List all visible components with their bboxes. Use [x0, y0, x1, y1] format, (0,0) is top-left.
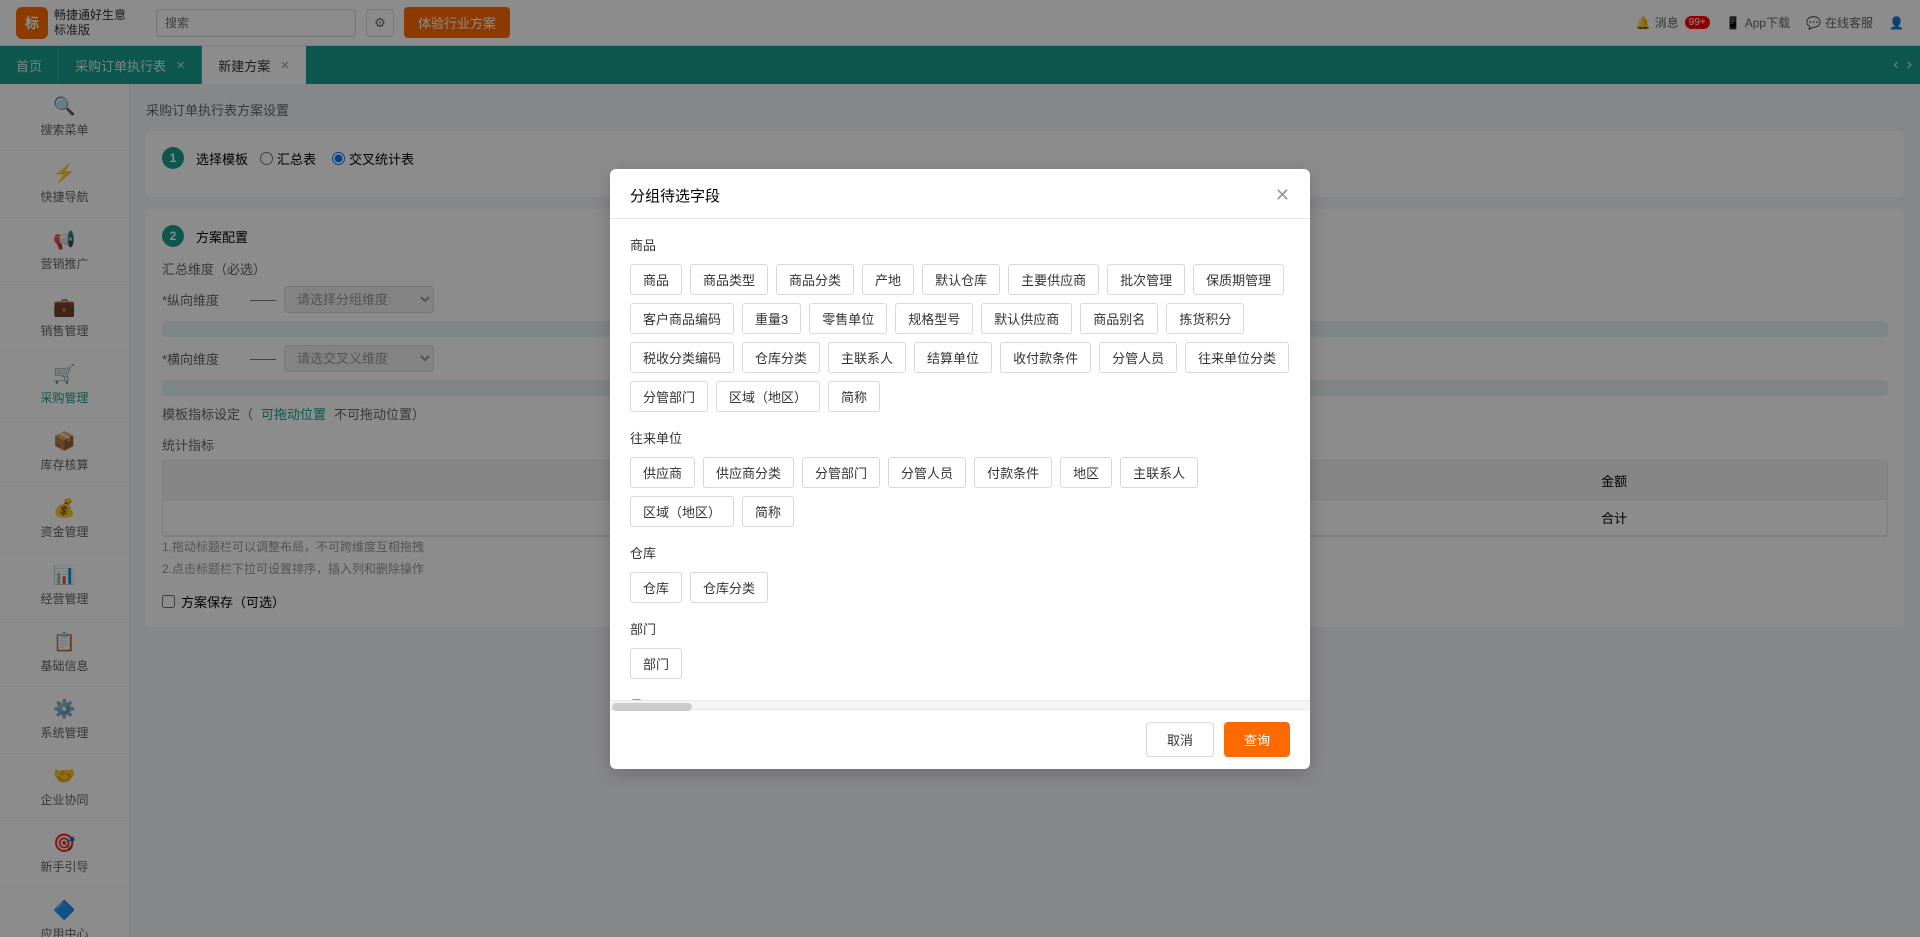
field-tag[interactable]: 商品类型 — [690, 264, 768, 295]
section-dept-fields: 部门 — [630, 648, 1290, 679]
modal-header: 分组待选字段 ✕ — [610, 169, 1310, 219]
section-product-fields: 商品 商品类型 商品分类 产地 默认仓库 主要供应商 批次管理 保质期管理 客户… — [630, 264, 1290, 412]
field-tag[interactable]: 分管部门 — [802, 457, 880, 488]
field-tag[interactable]: 零售单位 — [809, 303, 887, 334]
section-partner-fields: 供应商 供应商分类 分管部门 分管人员 付款条件 地区 主联系人 区域（地区） … — [630, 457, 1290, 527]
section-dept-title: 部门 — [630, 619, 1290, 638]
field-tag[interactable]: 区域（地区） — [630, 496, 734, 527]
section-warehouse-fields: 仓库 仓库分类 — [630, 572, 1290, 603]
field-tag[interactable]: 收付款条件 — [1000, 342, 1091, 373]
section-partner-title: 往来单位 — [630, 428, 1290, 447]
modal-close-button[interactable]: ✕ — [1275, 186, 1290, 204]
modal-overlay: 分组待选字段 ✕ 商品 商品 商品类型 商品分类 产地 默认仓库 主要供应商 批… — [0, 0, 1920, 937]
modal-footer: 取消 查询 — [610, 709, 1310, 769]
section-warehouse-title: 仓库 — [630, 543, 1290, 562]
field-tag[interactable]: 分管人员 — [888, 457, 966, 488]
field-tag[interactable]: 分管部门 — [630, 381, 708, 412]
field-tag[interactable]: 默认供应商 — [981, 303, 1072, 334]
field-tag[interactable]: 商品别名 — [1080, 303, 1158, 334]
field-tag[interactable]: 默认仓库 — [922, 264, 1000, 295]
field-tag[interactable]: 客户商品编码 — [630, 303, 734, 334]
field-tag[interactable]: 税收分类编码 — [630, 342, 734, 373]
confirm-button[interactable]: 查询 — [1224, 722, 1290, 757]
field-tag[interactable]: 供应商分类 — [703, 457, 794, 488]
field-tag[interactable]: 区域（地区） — [716, 381, 820, 412]
section-product-title: 商品 — [630, 235, 1290, 254]
field-tag[interactable]: 付款条件 — [974, 457, 1052, 488]
field-tag[interactable]: 主要供应商 — [1008, 264, 1099, 295]
field-tag[interactable]: 商品 — [630, 264, 682, 295]
field-tag[interactable]: 主联系人 — [828, 342, 906, 373]
field-tag[interactable]: 往来单位分类 — [1185, 342, 1289, 373]
field-tag[interactable]: 简称 — [828, 381, 880, 412]
field-tag[interactable]: 拣货积分 — [1166, 303, 1244, 334]
field-tag[interactable]: 仓库分类 — [742, 342, 820, 373]
modal-horizontal-scrollbar[interactable] — [610, 700, 1310, 709]
field-tag[interactable]: 规格型号 — [895, 303, 973, 334]
field-tag[interactable]: 仓库 — [630, 572, 682, 603]
field-tag[interactable]: 商品分类 — [776, 264, 854, 295]
field-tag[interactable]: 主联系人 — [1120, 457, 1198, 488]
modal-body: 商品 商品 商品类型 商品分类 产地 默认仓库 主要供应商 批次管理 保质期管理… — [610, 219, 1310, 700]
field-tag[interactable]: 产地 — [862, 264, 914, 295]
field-tag[interactable]: 分管人员 — [1099, 342, 1177, 373]
field-tag[interactable]: 仓库分类 — [690, 572, 768, 603]
cancel-button[interactable]: 取消 — [1146, 722, 1214, 757]
scrollbar-thumb — [612, 703, 692, 711]
field-tag[interactable]: 保质期管理 — [1193, 264, 1284, 295]
field-tag[interactable]: 地区 — [1060, 457, 1112, 488]
field-selection-modal: 分组待选字段 ✕ 商品 商品 商品类型 商品分类 产地 默认仓库 主要供应商 批… — [610, 169, 1310, 769]
field-tag[interactable]: 结算单位 — [914, 342, 992, 373]
modal-title: 分组待选字段 — [630, 185, 720, 206]
field-tag[interactable]: 简称 — [742, 496, 794, 527]
field-tag[interactable]: 供应商 — [630, 457, 695, 488]
field-tag[interactable]: 部门 — [630, 648, 682, 679]
field-tag[interactable]: 批次管理 — [1107, 264, 1185, 295]
field-tag[interactable]: 重量3 — [742, 303, 801, 334]
